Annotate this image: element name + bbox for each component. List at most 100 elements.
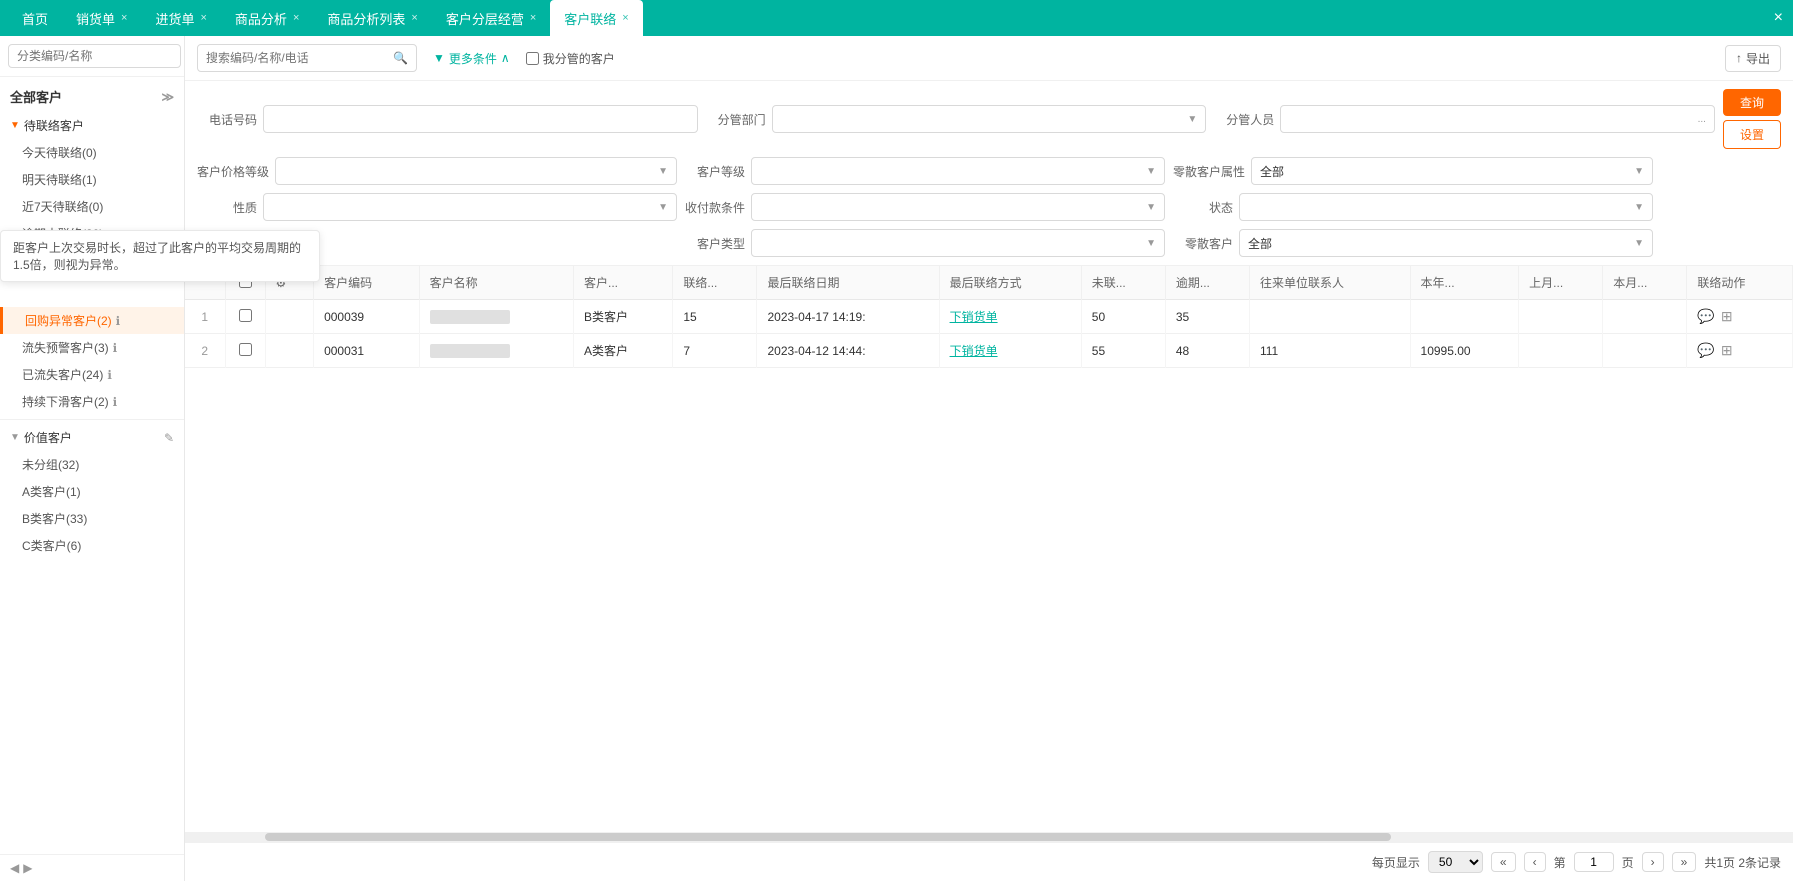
last-page-button[interactable]: »	[1672, 852, 1697, 872]
table-horizontal-scrollbar[interactable]	[185, 832, 1793, 842]
edit-value-icon[interactable]: ✎	[164, 431, 174, 445]
page-number-input[interactable]	[1574, 852, 1614, 872]
col-last-date: 最后联络日期	[757, 266, 939, 300]
filter-row-3: 性质 ▼ 收付款条件 ▼ 状态	[197, 193, 1781, 221]
row2-overdue: 48	[1165, 334, 1249, 368]
filter-phone-input[interactable]	[263, 105, 698, 133]
page-label: 第	[1554, 854, 1566, 871]
export-button[interactable]: ↑ 导出	[1725, 45, 1781, 72]
filter-payment-select[interactable]: ▼	[751, 193, 1165, 221]
filter-type-label: 客户类型	[685, 235, 745, 252]
filter-retail-attr-select[interactable]: 全部 ▼	[1251, 157, 1653, 185]
arrow-down-icon: ▼	[10, 120, 20, 131]
row1-message-icon[interactable]: 💬	[1697, 308, 1714, 325]
nav-tab-goods-analysis[interactable]: 商品分析 ×	[221, 0, 313, 36]
row2-unit-contacts: 111	[1249, 334, 1410, 368]
per-page-select[interactable]: 50 100 200	[1428, 851, 1483, 873]
nav-tab-home[interactable]: 首页	[8, 0, 62, 36]
window-close-button[interactable]: ×	[1774, 9, 1783, 27]
search-input[interactable]	[206, 51, 393, 65]
nav-tab-customer-contact[interactable]: 客户联络 ×	[550, 0, 642, 36]
row2-actions: 💬 ⊞	[1687, 334, 1793, 368]
sidebar-item-7days[interactable]: 近7天待联络(0)	[0, 193, 184, 220]
col-this-month: 本月...	[1603, 266, 1687, 300]
more-conditions-button[interactable]: ▼ 更多条件 ∧	[425, 50, 518, 67]
sidebar-search-input[interactable]	[8, 44, 181, 68]
sidebar-group-pending[interactable]: ▼ 待联络客户	[0, 112, 184, 139]
sidebar-search-area: 🔍	[0, 36, 184, 77]
sidebar-scroll-right[interactable]: ▶	[23, 861, 32, 875]
settings-button[interactable]: 设置	[1723, 120, 1781, 149]
row2-this-month	[1603, 334, 1687, 368]
filter-person-select[interactable]: ...	[1280, 105, 1715, 133]
filter-dept-select[interactable]: ▼	[772, 105, 1207, 133]
filter-gender-select[interactable]: ▼	[263, 193, 677, 221]
nav-tab-purchase[interactable]: 进货单 ×	[141, 0, 220, 36]
row2-type: A类客户	[573, 334, 672, 368]
row2-contact-count: 7	[673, 334, 757, 368]
close-customer-segment-tab[interactable]: ×	[530, 12, 536, 24]
row1-grid-icon[interactable]: ⊞	[1721, 308, 1733, 325]
sidebar-item-tomorrow[interactable]: 明天待联络(1)	[0, 166, 184, 193]
col-last-month: 上月...	[1519, 266, 1603, 300]
sidebar-scroll-left[interactable]: ◀	[10, 861, 19, 875]
filter-retail: 零散客户 全部 ▼	[1173, 229, 1653, 257]
close-sales-tab[interactable]: ×	[121, 12, 127, 24]
toolbar-search-icon[interactable]: 🔍	[393, 51, 408, 65]
sidebar-item-ungrouped[interactable]: 未分组(32)	[0, 451, 184, 478]
query-button[interactable]: 查询	[1723, 89, 1781, 116]
my-customers-checkbox-label[interactable]: 我分管的客户	[526, 50, 615, 67]
sidebar-item-repurchase-abnormal[interactable]: 回购异常客户(2) ℹ	[0, 307, 184, 334]
row1-settings	[265, 300, 314, 334]
first-page-button[interactable]: «	[1491, 852, 1516, 872]
filter-status-select[interactable]: ▼	[1239, 193, 1653, 221]
prev-page-button[interactable]: ‹	[1524, 852, 1546, 872]
sidebar-collapse-icon[interactable]: ≫	[161, 90, 174, 104]
customer-table: ⚙ 客户编码 客户名称 客户... 联络... 最后联络日期 最后联络方式 未联…	[185, 266, 1793, 368]
sidebar-item-churn-warning[interactable]: 流失预警客户(3) ℹ	[0, 334, 184, 361]
pagination: 每页显示 50 100 200 « ‹ 第 页 › » 共1页 2条记录	[185, 842, 1793, 881]
nav-tab-customer-segment[interactable]: 客户分层经营 ×	[432, 0, 550, 36]
nav-tab-sales[interactable]: 销货单 ×	[62, 0, 141, 36]
close-goods-analysis-tab[interactable]: ×	[293, 12, 299, 24]
search-input-wrap: 🔍	[197, 44, 417, 72]
row1-select-checkbox[interactable]	[239, 309, 252, 322]
filter-level-select[interactable]: ▼	[751, 157, 1165, 185]
row2-index: 2	[185, 334, 225, 368]
row2-last-date: 2023-04-12 14:44:	[757, 334, 939, 368]
next-page-button[interactable]: ›	[1642, 852, 1664, 872]
sidebar-item-declining[interactable]: 持续下滑客户(2) ℹ	[0, 388, 184, 415]
page-end-label: 页	[1622, 854, 1634, 871]
sidebar-item-today[interactable]: 今天待联络(0)	[0, 139, 184, 166]
close-customer-contact-tab[interactable]: ×	[622, 12, 628, 24]
table-wrap: ⚙ 客户编码 客户名称 客户... 联络... 最后联络日期 最后联络方式 未联…	[185, 266, 1793, 832]
sidebar-group-value[interactable]: ▼ 价值客户 ✎	[0, 424, 184, 451]
row2-select-checkbox[interactable]	[239, 343, 252, 356]
sidebar-item-class-c[interactable]: C类客户(6)	[0, 532, 184, 559]
filter-level: 客户等级 ▼	[685, 157, 1165, 185]
scrollbar-thumb[interactable]	[265, 833, 1391, 841]
my-customers-checkbox[interactable]	[526, 52, 539, 65]
row1-name	[419, 300, 573, 334]
filter-payment: 收付款条件 ▼	[685, 193, 1165, 221]
filter-price-select[interactable]: ▼	[275, 157, 677, 185]
info-icon-declining: ℹ	[113, 395, 118, 409]
sidebar-item-class-b[interactable]: B类客户(33)	[0, 505, 184, 532]
filter-payment-label: 收付款条件	[685, 199, 745, 216]
close-purchase-tab[interactable]: ×	[200, 12, 206, 24]
filter-phone-label: 电话号码	[197, 111, 257, 128]
row1-action-icons: 💬 ⊞	[1697, 308, 1782, 325]
row2-code: 000031	[314, 334, 420, 368]
close-goods-list-tab[interactable]: ×	[411, 12, 417, 24]
sidebar-item-churned[interactable]: 已流失客户(24) ℹ	[0, 361, 184, 388]
row2-message-icon[interactable]: 💬	[1697, 342, 1714, 359]
filter-type-select[interactable]: ▼	[751, 229, 1165, 257]
filter-retail-select[interactable]: 全部 ▼	[1239, 229, 1653, 257]
repurchase-tooltip: 距客户上次交易时长，超过了此客户的平均交易周期的1.5倍，则视为异常。	[0, 230, 184, 282]
info-icon-churn: ℹ	[113, 341, 118, 355]
filter-gender-label: 性质	[197, 199, 257, 216]
row2-grid-icon[interactable]: ⊞	[1721, 342, 1733, 359]
pending-group-label: 待联络客户	[24, 117, 84, 134]
nav-tab-goods-list[interactable]: 商品分析列表 ×	[313, 0, 431, 36]
sidebar-item-class-a[interactable]: A类客户(1)	[0, 478, 184, 505]
